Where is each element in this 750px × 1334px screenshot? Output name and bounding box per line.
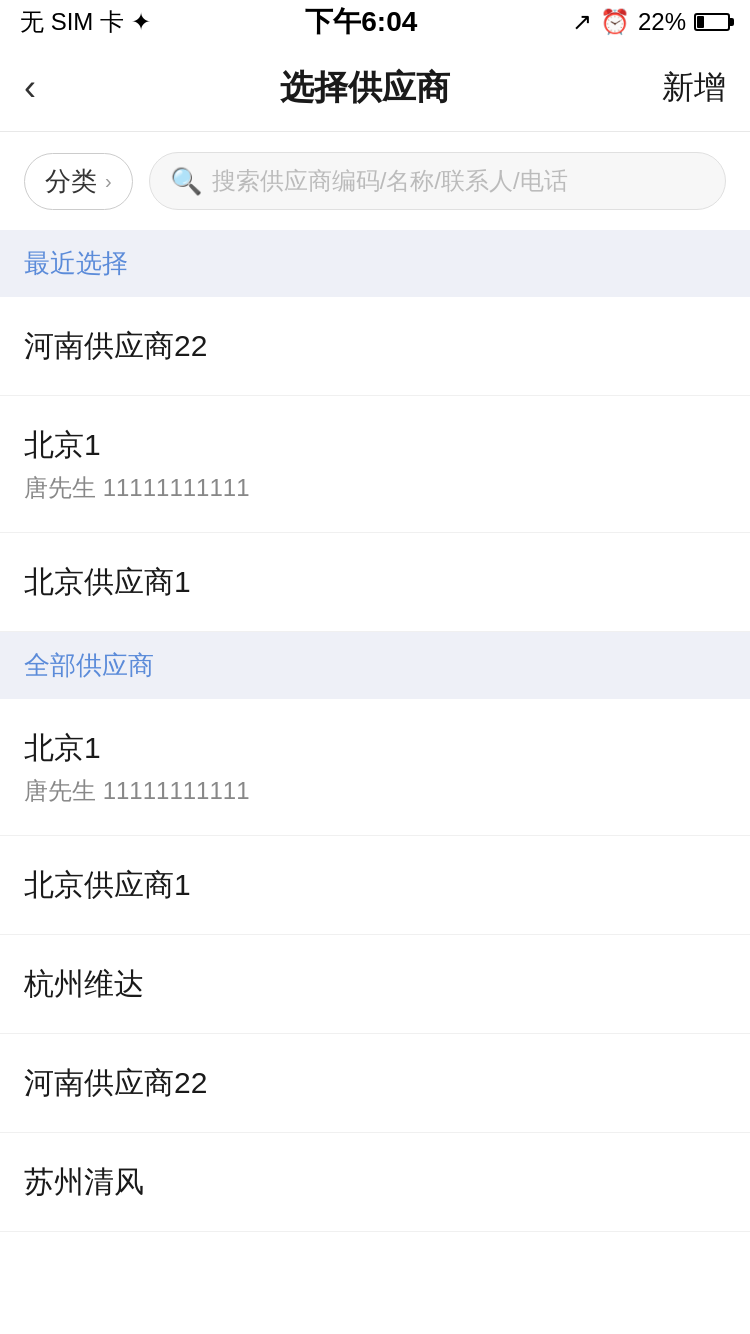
item-name: 河南供应商22 — [24, 325, 726, 367]
list-item[interactable]: 北京供应商1 — [0, 836, 750, 935]
search-box[interactable]: 🔍 搜索供应商编码/名称/联系人/电话 — [149, 152, 726, 210]
item-name: 杭州维达 — [24, 963, 726, 1005]
add-button[interactable]: 新增 — [646, 66, 726, 110]
status-bar: 无 SIM 卡 ✦ 下午6:04 ↗ ⏰ 22% — [0, 0, 750, 44]
list-item[interactable]: 北京1 唐先生 11111111111 — [0, 396, 750, 533]
status-time: 下午6:04 — [305, 3, 417, 41]
item-name: 北京1 — [24, 424, 726, 466]
all-items-list: 北京1 唐先生 11111111111 北京供应商1 杭州维达河南供应商22 苏州清风 — [0, 699, 750, 1232]
list-item[interactable]: 北京供应商1 — [0, 533, 750, 632]
item-name: 河南供应商22 — [24, 1062, 726, 1104]
back-button[interactable]: ‹ — [24, 67, 84, 109]
alarm-icon: ⏰ — [600, 8, 630, 36]
nav-bar: ‹ 选择供应商 新增 — [0, 44, 750, 132]
recent-section-header: 最近选择 — [0, 230, 750, 297]
list-item[interactable]: 苏州清风 — [0, 1133, 750, 1232]
item-name: 北京供应商1 — [24, 864, 726, 906]
item-sub: 唐先生 11111111111 — [24, 775, 726, 807]
recent-items-list: 河南供应商22 北京1 唐先生 11111111111 北京供应商1 — [0, 297, 750, 632]
chevron-right-icon: › — [105, 170, 112, 193]
status-left: 无 SIM 卡 ✦ — [20, 6, 151, 38]
location-icon: ↗ — [572, 8, 592, 36]
item-name: 北京供应商1 — [24, 561, 726, 603]
search-icon: 🔍 — [170, 166, 202, 197]
item-name: 苏州清风 — [24, 1161, 726, 1203]
category-label: 分类 — [45, 164, 97, 199]
status-right: ↗ ⏰ 22% — [572, 8, 730, 36]
item-name: 北京1 — [24, 727, 726, 769]
category-button[interactable]: 分类 › — [24, 153, 133, 210]
all-section-header: 全部供应商 — [0, 632, 750, 699]
list-item[interactable]: 河南供应商22 — [0, 297, 750, 396]
list-item[interactable]: 河南供应商22 — [0, 1034, 750, 1133]
search-placeholder: 搜索供应商编码/名称/联系人/电话 — [212, 165, 568, 197]
page-title: 选择供应商 — [280, 65, 450, 111]
item-sub: 唐先生 11111111111 — [24, 472, 726, 504]
battery-icon — [694, 13, 730, 31]
filter-bar: 分类 › 🔍 搜索供应商编码/名称/联系人/电话 — [0, 132, 750, 230]
sim-status: 无 SIM 卡 ✦ — [20, 6, 151, 38]
battery-percent: 22% — [638, 8, 686, 36]
list-item[interactable]: 北京1 唐先生 11111111111 — [0, 699, 750, 836]
list-item[interactable]: 杭州维达 — [0, 935, 750, 1034]
